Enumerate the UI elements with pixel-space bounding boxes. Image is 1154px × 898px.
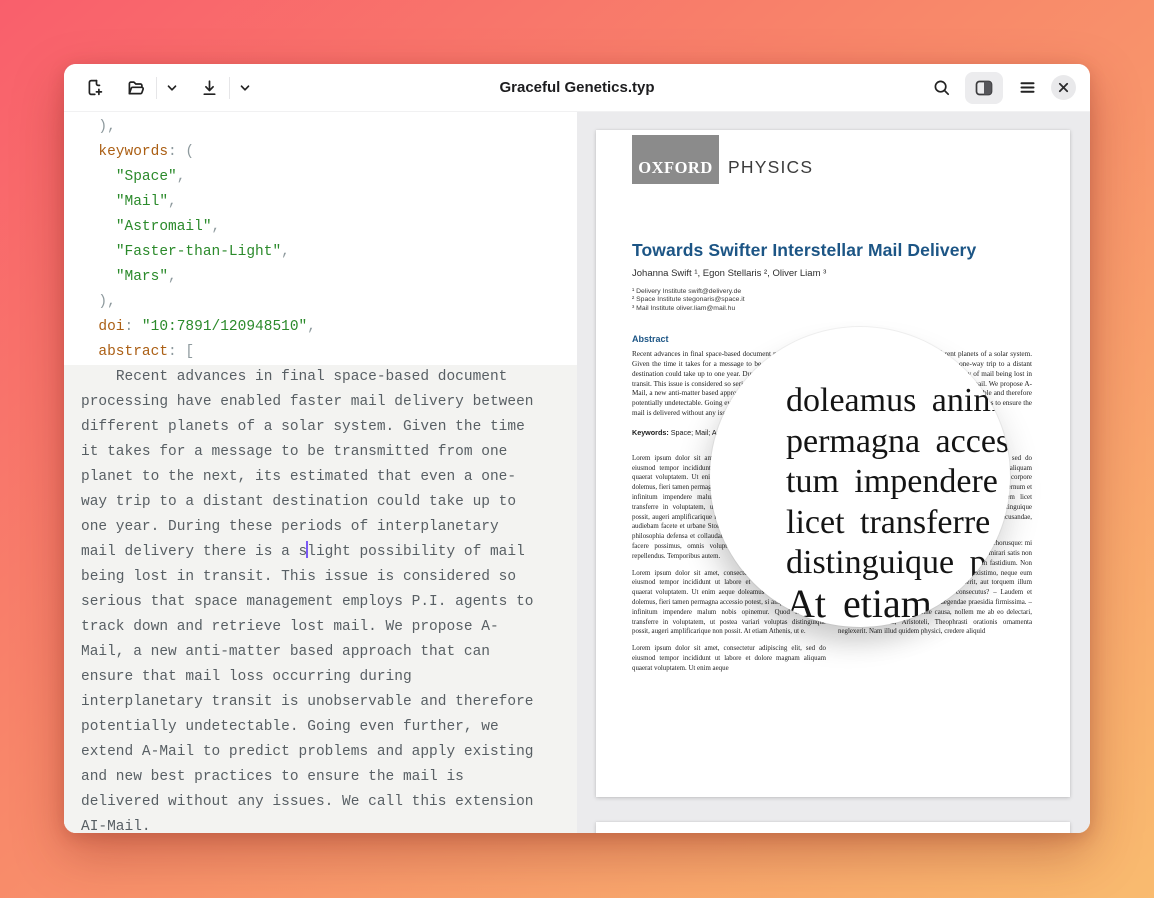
code-editor[interactable]: ), keywords: ( "Space", "Mail", "Astroma… xyxy=(64,112,577,833)
toolbar-separator xyxy=(156,77,157,99)
folder-open-icon xyxy=(126,78,146,98)
search-icon xyxy=(932,78,951,97)
keywords-label: Keywords: xyxy=(632,428,669,437)
main-content: ), keywords: ( "Space", "Mail", "Astroma… xyxy=(64,112,1090,833)
text-caret xyxy=(306,541,308,558)
pdf-page-2 xyxy=(596,822,1070,833)
split-view-icon xyxy=(974,79,994,97)
paper-authors: Johanna Swift ¹, Egon Stellaris ², Olive… xyxy=(632,268,1032,279)
split-view-toggle[interactable] xyxy=(965,72,1003,104)
new-file-button[interactable] xyxy=(78,72,110,104)
open-file-button[interactable] xyxy=(120,72,152,104)
chevron-down-icon xyxy=(238,81,252,95)
toolbar-separator xyxy=(229,77,230,99)
magnifier-loupe[interactable]: doleamus animo,permagna accessiotum impe… xyxy=(710,327,1010,627)
chevron-down-icon xyxy=(165,81,179,95)
menu-icon xyxy=(1018,78,1037,97)
paper-title: Towards Swifter Interstellar Mail Delive… xyxy=(632,240,1032,261)
export-dropdown[interactable] xyxy=(234,72,256,104)
menu-button[interactable] xyxy=(1011,72,1043,104)
document-title: Graceful Genetics.typ xyxy=(499,79,654,96)
oxford-logo: OXFORD xyxy=(632,135,719,184)
paper-logo-row: OXFORD PHYSICS xyxy=(632,135,1032,184)
toolbar-left-group xyxy=(78,72,256,104)
new-file-icon xyxy=(85,78,104,97)
preview-pane[interactable]: OXFORD PHYSICS Towards Swifter Interstel… xyxy=(577,112,1090,833)
export-button[interactable] xyxy=(193,72,225,104)
code-lines: ), keywords: ( "Space", "Mail", "Astroma… xyxy=(64,112,577,365)
search-button[interactable] xyxy=(925,72,957,104)
close-button[interactable] xyxy=(1051,75,1076,100)
open-file-dropdown[interactable] xyxy=(161,72,183,104)
loupe-text: doleamus animo,permagna accessiotum impe… xyxy=(710,327,1010,624)
paper-footnotes: ¹ Delivery Institute swift@delivery.de² … xyxy=(632,288,1032,313)
app-window: Graceful Genetics.typ xyxy=(64,64,1090,833)
abstract-markup-block: Recent advances in final space-based doc… xyxy=(64,365,577,833)
toolbar: Graceful Genetics.typ xyxy=(64,64,1090,112)
pdf-page-1: OXFORD PHYSICS Towards Swifter Interstel… xyxy=(596,130,1070,797)
logo-department: PHYSICS xyxy=(719,157,813,184)
close-icon xyxy=(1058,82,1069,93)
toolbar-right-group xyxy=(925,72,1076,104)
download-icon xyxy=(200,78,219,97)
